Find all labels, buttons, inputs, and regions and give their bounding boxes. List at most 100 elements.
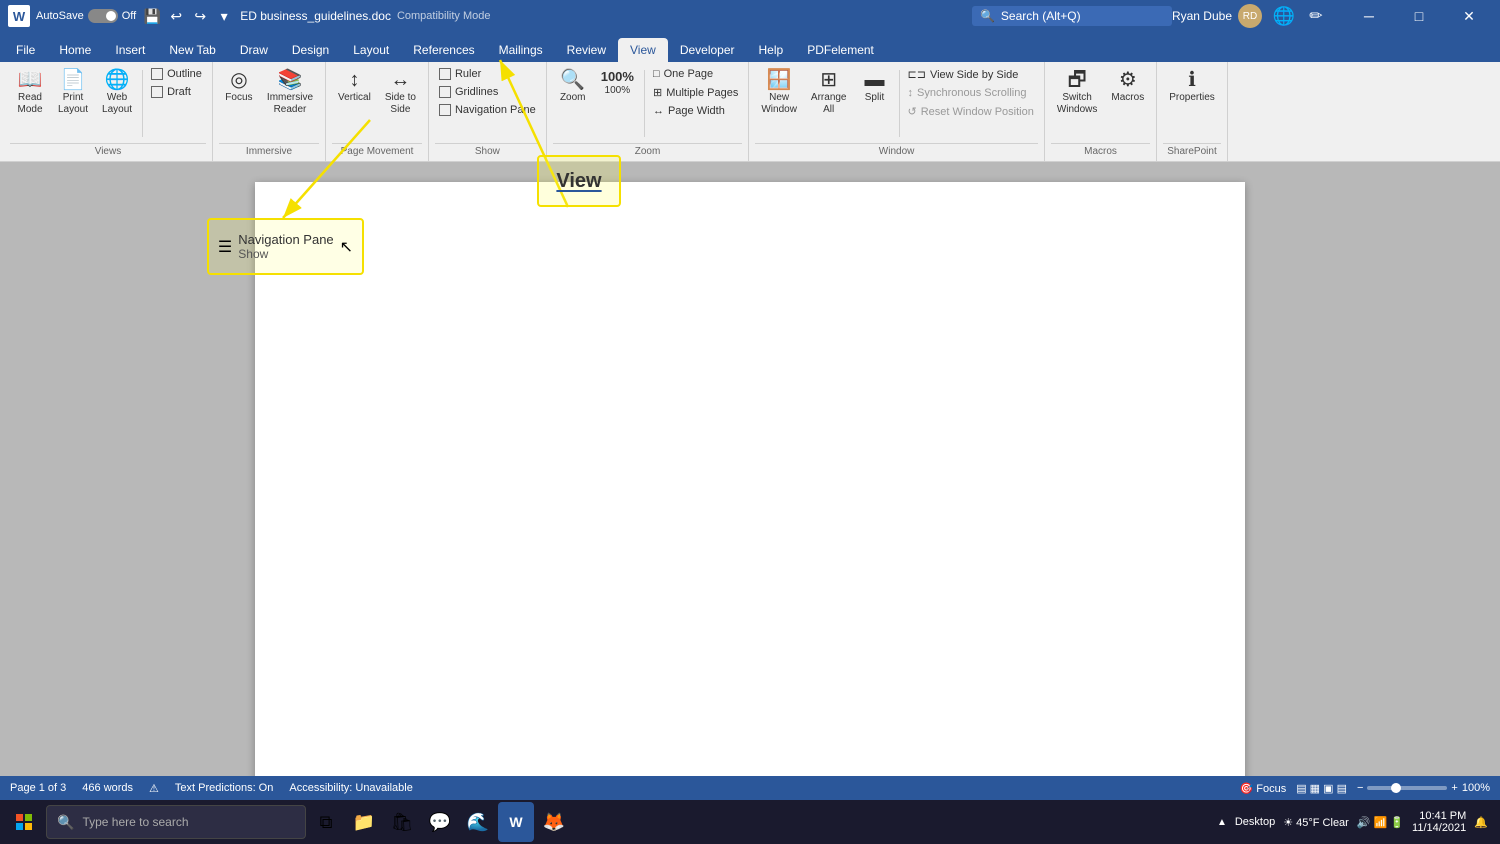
multiple-pages-button[interactable]: ⊞ Multiple Pages bbox=[649, 84, 742, 101]
macros-group-label: Macros bbox=[1051, 143, 1150, 159]
vertical-button[interactable]: ↕ Vertical bbox=[332, 66, 377, 108]
tab-view[interactable]: View bbox=[618, 38, 668, 62]
taskbar-app2[interactable]: 🦊 bbox=[536, 802, 572, 842]
notification-icon[interactable]: 🔔 bbox=[1474, 816, 1488, 829]
synchronous-scrolling-button[interactable]: ↕ Synchronous Scrolling bbox=[904, 85, 1038, 101]
zoom-control[interactable]: − + 100% bbox=[1357, 782, 1490, 794]
taskbar-search[interactable]: 🔍 Type here to search bbox=[46, 805, 306, 839]
macros-button[interactable]: ⚙ Macros bbox=[1105, 66, 1150, 108]
restore-button[interactable]: □ bbox=[1396, 0, 1442, 32]
print-layout-icon: 📄 bbox=[61, 70, 86, 90]
nav-pane-highlight-box: ☰ Navigation Pane Show ↖ bbox=[207, 218, 364, 275]
synchronous-scrolling-icon: ↕ bbox=[908, 87, 914, 99]
accessibility-icon: ⚠ bbox=[149, 782, 159, 795]
draft-checkbox bbox=[151, 86, 163, 98]
layout-icons: ▤ ▦ ▣ ▤ bbox=[1296, 782, 1347, 795]
tab-file[interactable]: File bbox=[4, 38, 47, 62]
taskbar-word[interactable]: W bbox=[498, 802, 534, 842]
split-button[interactable]: ▬ Split bbox=[855, 66, 895, 108]
zoom-slider[interactable] bbox=[1367, 786, 1447, 790]
view-side-by-side-button[interactable]: ⊏⊐ View Side by Side bbox=[904, 66, 1038, 83]
tab-pdfelement[interactable]: PDFelement bbox=[795, 38, 886, 62]
autosave-state: Off bbox=[122, 10, 136, 22]
autosave-toggle[interactable] bbox=[88, 9, 118, 23]
zoom-minus[interactable]: − bbox=[1357, 782, 1363, 794]
tab-mailings[interactable]: Mailings bbox=[487, 38, 555, 62]
page-movement-group-label: Page Movement bbox=[332, 143, 422, 159]
macros-icon: ⚙ bbox=[1119, 70, 1137, 90]
user-area[interactable]: Ryan Dube RD bbox=[1172, 4, 1262, 28]
zoom-100-button[interactable]: 100% 100% bbox=[595, 66, 640, 101]
zoom-label: Zoom bbox=[560, 92, 586, 104]
read-mode-button[interactable]: 📖 ReadMode bbox=[10, 66, 50, 120]
page-width-button[interactable]: ↔ Page Width bbox=[649, 103, 742, 119]
save-qa-button[interactable]: 💾 bbox=[142, 6, 162, 26]
new-window-label: NewWindow bbox=[761, 92, 797, 116]
tab-references[interactable]: References bbox=[401, 38, 486, 62]
window-group: 🪟 NewWindow ⊞ ArrangeAll ▬ Split ⊏⊐ View… bbox=[749, 62, 1044, 161]
reset-window-label: Reset Window Position bbox=[921, 106, 1034, 118]
toggle-thumb bbox=[106, 11, 116, 21]
tab-draw[interactable]: Draw bbox=[228, 38, 280, 62]
cursor-icon: ↖ bbox=[340, 237, 353, 257]
zoom-plus[interactable]: + bbox=[1451, 782, 1457, 794]
upgrade-button[interactable]: 🌐 bbox=[1274, 6, 1294, 26]
redo-qa-button[interactable]: ↪ bbox=[190, 6, 210, 26]
arrange-all-button[interactable]: ⊞ ArrangeAll bbox=[805, 66, 853, 120]
tab-new-tab[interactable]: New Tab bbox=[157, 38, 227, 62]
one-page-button[interactable]: □ One Page bbox=[649, 66, 742, 82]
taskbar-edge[interactable]: 🌊 bbox=[460, 802, 496, 842]
minimize-button[interactable]: ─ bbox=[1346, 0, 1392, 32]
window-controls: ─ □ ✕ bbox=[1346, 0, 1492, 32]
start-button[interactable] bbox=[4, 802, 44, 842]
outline-checkbox bbox=[151, 68, 163, 80]
tab-design[interactable]: Design bbox=[280, 38, 341, 62]
tab-developer[interactable]: Developer bbox=[668, 38, 747, 62]
immersive-reader-button[interactable]: 📚 ImmersiveReader bbox=[261, 66, 319, 120]
print-layout-button[interactable]: 📄 PrintLayout bbox=[52, 66, 94, 120]
taskbar-file-explorer[interactable]: 📁 bbox=[346, 802, 382, 842]
ruler-checkbox-btn[interactable]: Ruler bbox=[435, 66, 540, 82]
properties-button[interactable]: ℹ Properties bbox=[1163, 66, 1221, 108]
search-icon: 🔍 bbox=[980, 9, 995, 23]
taskbar-search-placeholder: Type here to search bbox=[82, 815, 188, 829]
tab-help[interactable]: Help bbox=[747, 38, 796, 62]
draft-button[interactable]: Draft bbox=[147, 84, 206, 100]
outline-button[interactable]: Outline bbox=[147, 66, 206, 82]
desktop-label[interactable]: Desktop bbox=[1235, 816, 1275, 828]
close-button[interactable]: ✕ bbox=[1446, 0, 1492, 32]
gridlines-checkbox-btn[interactable]: Gridlines bbox=[435, 84, 540, 100]
taskbar-teams[interactable]: 💬 bbox=[422, 802, 458, 842]
desktop-show[interactable]: ▲ bbox=[1217, 817, 1227, 828]
nav-pane-inner: ☰ Navigation Pane Show ↖ bbox=[210, 228, 361, 265]
zoom-button[interactable]: 🔍 Zoom bbox=[553, 66, 593, 108]
customize-qa-button[interactable]: ▾ bbox=[214, 6, 234, 26]
undo-qa-button[interactable]: ↩ bbox=[166, 6, 186, 26]
new-window-button[interactable]: 🪟 NewWindow bbox=[755, 66, 803, 120]
web-layout-button[interactable]: 🌐 WebLayout bbox=[96, 66, 138, 120]
user-avatar: RD bbox=[1238, 4, 1262, 28]
tab-layout[interactable]: Layout bbox=[341, 38, 401, 62]
tab-home[interactable]: Home bbox=[47, 38, 103, 62]
side-to-side-button[interactable]: ↔ Side toSide bbox=[379, 66, 422, 120]
arrange-all-label: ArrangeAll bbox=[811, 92, 847, 116]
title-search[interactable]: 🔍 Search (Alt+Q) bbox=[972, 6, 1172, 26]
nav-pane-highlight-label: Navigation Pane bbox=[238, 232, 333, 247]
switch-windows-button[interactable]: 🗗 SwitchWindows bbox=[1051, 66, 1104, 120]
task-view-button[interactable]: ⧉ bbox=[308, 802, 344, 842]
focus-status[interactable]: 🎯 Focus bbox=[1240, 782, 1287, 795]
pen-button[interactable]: ✏ bbox=[1306, 6, 1326, 26]
read-mode-icon: 📖 bbox=[18, 70, 43, 90]
multiple-pages-icon: ⊞ bbox=[653, 86, 662, 99]
vertical-icon: ↕ bbox=[349, 70, 359, 90]
window-group-label: Window bbox=[755, 143, 1037, 159]
immersive-reader-label: ImmersiveReader bbox=[267, 92, 313, 116]
autosave-label: AutoSave bbox=[36, 10, 84, 22]
tab-review[interactable]: Review bbox=[555, 38, 618, 62]
navigation-pane-checkbox-btn[interactable]: Navigation Pane bbox=[435, 102, 540, 118]
taskbar-store[interactable]: 🛍 bbox=[384, 802, 420, 842]
reset-window-position-button[interactable]: ↺ Reset Window Position bbox=[904, 103, 1038, 120]
focus-button[interactable]: ◎ Focus bbox=[219, 66, 259, 108]
tab-insert[interactable]: Insert bbox=[103, 38, 157, 62]
document-page[interactable] bbox=[255, 182, 1245, 814]
